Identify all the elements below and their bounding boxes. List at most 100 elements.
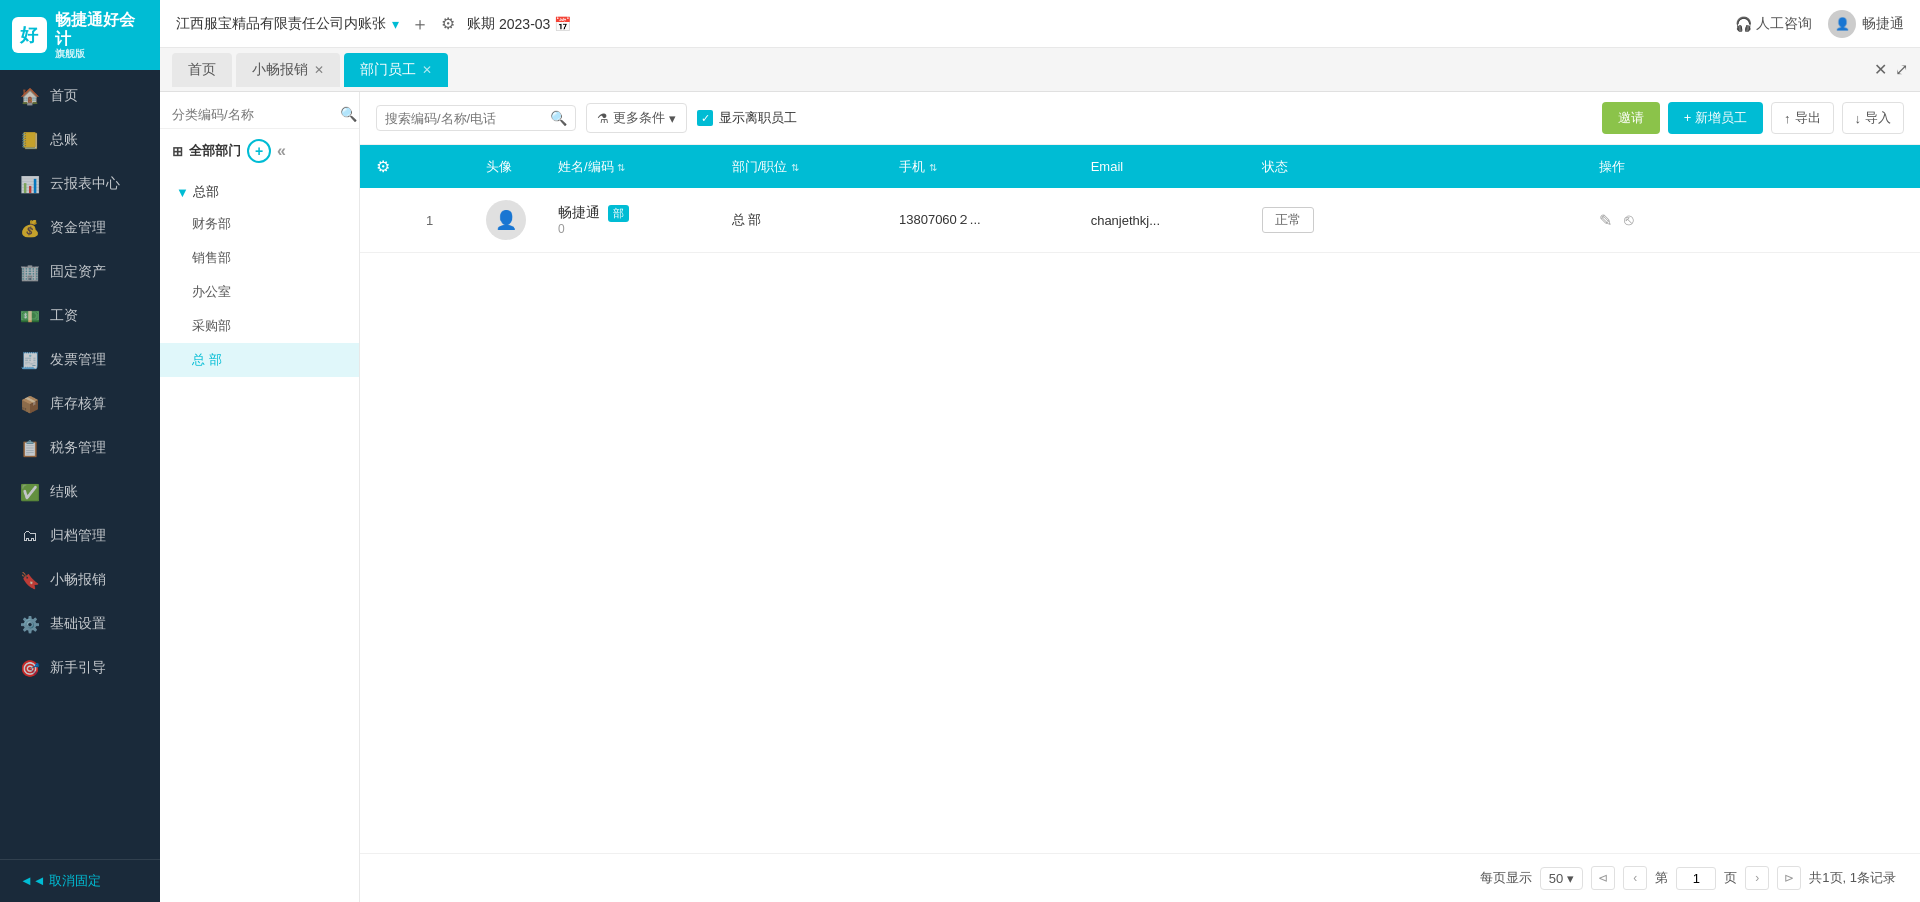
edit-employee-button[interactable]: ✎ bbox=[1599, 211, 1612, 230]
table-row: 1 👤 畅捷通 部 bbox=[360, 188, 1920, 253]
employee-search-box: 🔍 bbox=[376, 105, 576, 131]
th-dept[interactable]: 部门/职位 ⇅ bbox=[716, 145, 883, 188]
dept-item-sales[interactable]: 销售部 bbox=[160, 241, 359, 275]
tree-arrow-icon: ▼ bbox=[176, 185, 189, 200]
th-action: 操作 bbox=[1583, 145, 1920, 188]
sidebar-item-checkout[interactable]: ✅ 结账 bbox=[0, 470, 160, 514]
avatar-person-icon: 👤 bbox=[495, 209, 517, 231]
employee-name-row: 畅捷通 部 bbox=[558, 204, 700, 222]
employee-panel: 🔍 ⚗ 更多条件 ▾ ✓ 显示离职员工 邀请 + 新增员工 ↑ 导出 bbox=[360, 92, 1920, 902]
tab-expense[interactable]: 小畅报销 ✕ bbox=[236, 53, 340, 87]
pagination: 每页显示 50 ▾ ⊲ ‹ 第 页 › ⊳ 共1页, 1条记录 bbox=[360, 853, 1920, 902]
page-unit: 页 bbox=[1724, 869, 1737, 887]
tab-home[interactable]: 首页 bbox=[172, 53, 232, 87]
add-employee-button[interactable]: + 新增员工 bbox=[1668, 102, 1763, 134]
export-button[interactable]: ↑ 导出 bbox=[1771, 102, 1834, 134]
th-name[interactable]: 姓名/编码 ⇅ bbox=[542, 145, 716, 188]
sidebar-item-label: 总账 bbox=[50, 131, 78, 149]
content-area: 🔍 ⊞ 全部部门 + « ▼ 总部 财务部 销售部 bbox=[160, 92, 1920, 902]
th-phone[interactable]: 手机 ⇅ bbox=[883, 145, 1075, 188]
archive-icon: 🗂 bbox=[20, 526, 40, 546]
collapse-dept-icon[interactable]: « bbox=[277, 142, 286, 160]
dept-item-purchase[interactable]: 采购部 bbox=[160, 309, 359, 343]
per-page-label: 每页显示 bbox=[1480, 869, 1532, 887]
add-company-button[interactable]: ＋ bbox=[411, 12, 429, 36]
show-resigned-toggle[interactable]: ✓ 显示离职员工 bbox=[697, 109, 797, 127]
support-button[interactable]: 🎧 人工咨询 bbox=[1735, 15, 1812, 33]
td-checkbox bbox=[360, 188, 410, 253]
sidebar-item-xiaochang[interactable]: 🔖 小畅报销 bbox=[0, 558, 160, 602]
dept-item-office[interactable]: 办公室 bbox=[160, 275, 359, 309]
dept-search: 🔍 bbox=[160, 100, 359, 129]
tab-expense-close[interactable]: ✕ bbox=[314, 63, 324, 77]
dept-grid-icon: ⊞ bbox=[172, 144, 183, 159]
sidebar-item-guide[interactable]: 🎯 新手引导 bbox=[0, 646, 160, 690]
filter-button[interactable]: ⚗ 更多条件 ▾ bbox=[586, 103, 687, 133]
page-first-button[interactable]: ⊲ bbox=[1591, 866, 1615, 890]
dept-tree: ▼ 总部 财务部 销售部 办公室 采购部 总 部 bbox=[160, 173, 359, 381]
export-label: 导出 bbox=[1795, 109, 1821, 127]
td-dept: 总 部 bbox=[716, 188, 883, 253]
sidebar-item-invoice[interactable]: 🧾 发票管理 bbox=[0, 338, 160, 382]
sidebar-item-assets[interactable]: 🏢 固定资产 bbox=[0, 250, 160, 294]
tab-dept[interactable]: 部门员工 ✕ bbox=[344, 53, 448, 87]
dept-search-input[interactable] bbox=[172, 107, 340, 122]
tab-dept-close[interactable]: ✕ bbox=[422, 63, 432, 77]
show-resigned-checkbox[interactable]: ✓ bbox=[697, 110, 713, 126]
invite-button[interactable]: 邀请 bbox=[1602, 102, 1660, 134]
period-selector[interactable]: 账期 2023-03 📅 bbox=[467, 15, 571, 33]
dept-item-general[interactable]: 总 部 bbox=[160, 343, 359, 377]
import-label: 导入 bbox=[1865, 109, 1891, 127]
unpin-button[interactable]: ◄◄ 取消固定 bbox=[0, 859, 160, 902]
table-header-row: ⚙ 头像 姓名/编码 ⇅ 部门/职位 bbox=[360, 145, 1920, 188]
logo-title: 畅捷通好会计 bbox=[55, 10, 148, 48]
sidebar-item-ledger[interactable]: 📒 总账 bbox=[0, 118, 160, 162]
table-settings-icon[interactable]: ⚙ bbox=[376, 158, 390, 175]
tab-close-all-button[interactable]: ✕ bbox=[1874, 60, 1887, 79]
td-phone: 13807060２... bbox=[883, 188, 1075, 253]
sidebar-item-archive[interactable]: 🗂 归档管理 bbox=[0, 514, 160, 558]
employee-phone: 13807060２... bbox=[899, 212, 981, 227]
page-next-button[interactable]: › bbox=[1745, 866, 1769, 890]
sidebar-item-settings[interactable]: ⚙️ 基础设置 bbox=[0, 602, 160, 646]
dept-panel: 🔍 ⊞ 全部部门 + « ▼ 总部 财务部 销售部 bbox=[160, 92, 360, 902]
sidebar-item-salary[interactable]: 💵 工资 bbox=[0, 294, 160, 338]
sidebar-item-inventory[interactable]: 📦 库存核算 bbox=[0, 382, 160, 426]
sidebar-item-tax[interactable]: 📋 税务管理 bbox=[0, 426, 160, 470]
employee-search-input[interactable] bbox=[385, 111, 544, 126]
headset-icon: 🎧 bbox=[1735, 16, 1752, 32]
tabs-bar: 首页 小畅报销 ✕ 部门员工 ✕ ✕ ⤢ bbox=[160, 48, 1920, 92]
dept-header: ⊞ 全部部门 + « bbox=[160, 129, 359, 173]
dept-item-finance[interactable]: 财务部 bbox=[160, 207, 359, 241]
company-selector[interactable]: 江西服宝精品有限责任公司内账张 ▾ bbox=[176, 15, 399, 33]
page-number-input[interactable] bbox=[1676, 867, 1716, 890]
dept-badge: 部 bbox=[608, 205, 629, 222]
tab-expand-button[interactable]: ⤢ bbox=[1895, 60, 1908, 79]
page-prev-button[interactable]: ‹ bbox=[1623, 866, 1647, 890]
th-email-label: Email bbox=[1091, 159, 1124, 174]
company-dropdown-icon: ▾ bbox=[392, 16, 399, 32]
per-page-select[interactable]: 50 ▾ bbox=[1540, 867, 1583, 890]
user-menu[interactable]: 👤 畅捷通 bbox=[1828, 10, 1904, 38]
page-last-button[interactable]: ⊳ bbox=[1777, 866, 1801, 890]
td-avatar: 👤 bbox=[470, 188, 542, 253]
settings-nav-icon: ⚙️ bbox=[20, 614, 40, 634]
sidebar-item-reports[interactable]: 📊 云报表中心 bbox=[0, 162, 160, 206]
toolbar-right: 邀请 + 新增员工 ↑ 导出 ↓ 导入 bbox=[1602, 102, 1904, 134]
topbar-settings-icon[interactable]: ⚙ bbox=[441, 14, 455, 33]
employee-toolbar: 🔍 ⚗ 更多条件 ▾ ✓ 显示离职员工 邀请 + 新增员工 ↑ 导出 bbox=[360, 92, 1920, 145]
sidebar-item-label: 工资 bbox=[50, 307, 78, 325]
sidebar-item-label: 发票管理 bbox=[50, 351, 106, 369]
dept-group-general[interactable]: ▼ 总部 bbox=[160, 177, 359, 207]
add-dept-button[interactable]: + bbox=[247, 139, 271, 163]
dept-sort-icon: ⇅ bbox=[791, 162, 799, 173]
employee-search-icon[interactable]: 🔍 bbox=[550, 110, 567, 126]
logout-employee-button[interactable]: ⎋ bbox=[1624, 211, 1634, 229]
import-button[interactable]: ↓ 导入 bbox=[1842, 102, 1905, 134]
dept-search-icon[interactable]: 🔍 bbox=[340, 106, 357, 122]
period-value: 2023-03 bbox=[499, 16, 550, 32]
page-label: 第 bbox=[1655, 869, 1668, 887]
sidebar-item-capital[interactable]: 💰 资金管理 bbox=[0, 206, 160, 250]
sidebar-item-home[interactable]: 🏠 首页 bbox=[0, 74, 160, 118]
th-email: Email bbox=[1075, 145, 1246, 188]
